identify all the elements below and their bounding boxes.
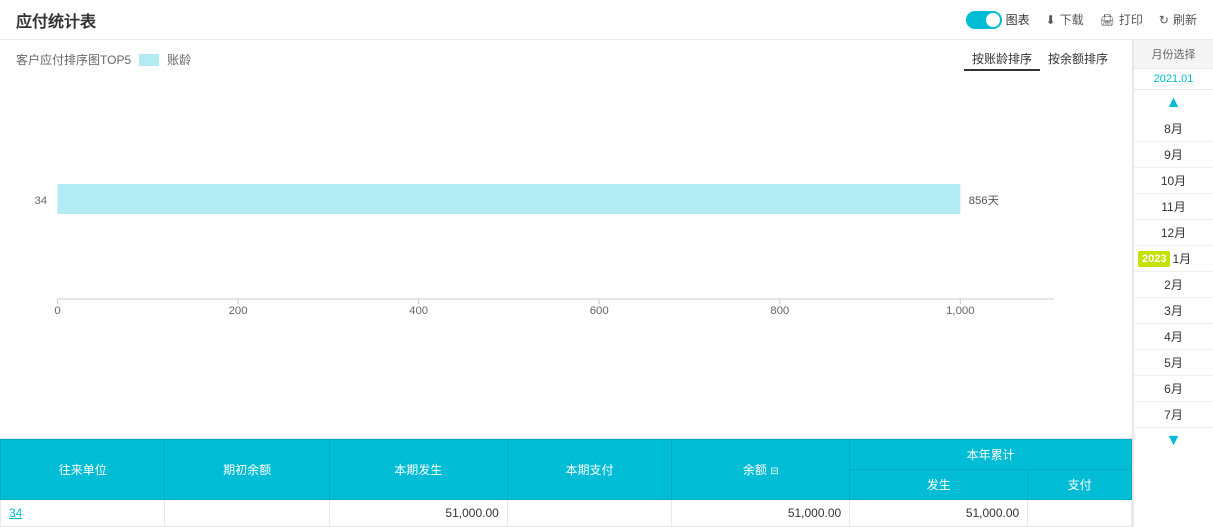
sidebar-header: 月份选择 — [1134, 40, 1213, 69]
page-title: 应付统计表 — [16, 8, 96, 32]
balance-icon: ⊟ — [770, 466, 778, 477]
sidebar-month-2[interactable]: 2月 — [1134, 272, 1213, 298]
legend-label: 账龄 — [167, 51, 191, 68]
sort-tab-balance[interactable]: 按余额排序 — [1040, 48, 1116, 71]
chart-header: 客户应付排序图TOP5 账龄 按账龄排序 按余额排序 — [0, 40, 1132, 79]
table-row: 34 51,000.00 51,000.00 51,000.00 — [1, 500, 1132, 527]
app-container: 应付统计表 图表 ⬇ 下载 🖨 打印 ↻ 刷新 — [0, 0, 1213, 527]
opening-balance-cell — [165, 500, 329, 527]
refresh-icon: ↻ — [1159, 13, 1169, 27]
chart-canvas: 34 856天 0 200 400 600 800 — [0, 79, 1132, 438]
refresh-button[interactable]: ↻ 刷新 — [1159, 11, 1197, 28]
sidebar: 月份选择 2021.01 ▲ 8月 9月 10月 11月 12月 2023 1月… — [1133, 40, 1213, 527]
sidebar-nav-down[interactable]: ▼ — [1134, 428, 1213, 454]
download-label: 下载 — [1060, 11, 1084, 28]
svg-text:400: 400 — [409, 305, 428, 317]
print-icon: 🖨 — [1100, 13, 1115, 27]
current-pay-cell — [507, 500, 671, 527]
sidebar-month-10[interactable]: 10月 — [1134, 168, 1213, 194]
current-occ-cell: 51,000.00 — [329, 500, 507, 527]
chart-section: 客户应付排序图TOP5 账龄 按账龄排序 按余额排序 34 — [0, 40, 1133, 527]
header: 应付统计表 图表 ⬇ 下载 🖨 打印 ↻ 刷新 — [0, 0, 1213, 40]
sidebar-month-12[interactable]: 12月 — [1134, 220, 1213, 246]
sidebar-month-9[interactable]: 9月 — [1134, 142, 1213, 168]
th-current-pay: 本期支付 — [507, 440, 671, 500]
th-balance: 余额 ⊟ — [672, 440, 850, 500]
sidebar-month-7[interactable]: 7月 — [1134, 402, 1213, 428]
th-opening: 期初余额 — [165, 440, 329, 500]
balance-cell: 51,000.00 — [672, 500, 850, 527]
svg-text:600: 600 — [590, 305, 609, 317]
sidebar-month-5[interactable]: 5月 — [1134, 350, 1213, 376]
th-ytd-occ: 发生 — [850, 470, 1028, 500]
bar-chart: 34 856天 0 200 400 600 800 — [16, 79, 1116, 339]
sidebar-month-4[interactable]: 4月 — [1134, 324, 1213, 350]
table-section: 往来单位 期初余额 本期发生 本期支付 余额 ⊟ 本年累计 发生 — [0, 438, 1132, 527]
sort-tabs: 按账龄排序 按余额排序 — [964, 48, 1116, 71]
svg-text:800: 800 — [770, 305, 789, 317]
chart-title: 客户应付排序图TOP5 — [16, 51, 131, 68]
year-badge-2023: 2023 — [1138, 251, 1170, 267]
th-ytd-pay: 支付 — [1028, 470, 1132, 500]
svg-text:200: 200 — [229, 305, 248, 317]
print-label: 打印 — [1119, 11, 1143, 28]
chart-toggle-label: 图表 — [1006, 11, 1030, 28]
ytd-occ-cell: 51,000.00 — [850, 500, 1028, 527]
download-button[interactable]: ⬇ 下载 — [1046, 11, 1084, 28]
print-button[interactable]: 🖨 打印 — [1100, 11, 1143, 28]
sidebar-nav-up[interactable]: ▲ — [1134, 90, 1213, 116]
sort-tab-age[interactable]: 按账龄排序 — [964, 48, 1040, 71]
chart-legend: 客户应付排序图TOP5 账龄 — [16, 51, 191, 68]
header-actions: 图表 ⬇ 下载 🖨 打印 ↻ 刷新 — [966, 11, 1197, 29]
sidebar-month-8[interactable]: 8月 — [1134, 116, 1213, 142]
th-current-occ: 本期发生 — [329, 440, 507, 500]
data-table: 往来单位 期初余额 本期发生 本期支付 余额 ⊟ 本年累计 发生 — [0, 439, 1132, 527]
svg-text:856天: 856天 — [969, 195, 999, 207]
chart-toggle-wrap: 图表 — [966, 11, 1030, 29]
sidebar-month-6[interactable]: 6月 — [1134, 376, 1213, 402]
main-content: 客户应付排序图TOP5 账龄 按账龄排序 按余额排序 34 — [0, 40, 1213, 527]
th-ytd-group: 本年累计 — [850, 440, 1132, 470]
unit-cell[interactable]: 34 — [1, 500, 165, 527]
bar-34 — [58, 184, 961, 214]
sidebar-year[interactable]: 2021.01 — [1134, 69, 1213, 90]
sidebar-month-11[interactable]: 11月 — [1134, 194, 1213, 220]
refresh-label: 刷新 — [1173, 11, 1197, 28]
svg-text:0: 0 — [54, 305, 60, 317]
sidebar-month-1-label: 1月 — [1172, 250, 1191, 267]
download-icon: ⬇ — [1046, 13, 1056, 27]
th-unit: 往来单位 — [1, 440, 165, 500]
svg-text:1,000: 1,000 — [946, 305, 975, 317]
legend-box — [139, 54, 159, 66]
sidebar-month-1[interactable]: 2023 1月 — [1134, 246, 1213, 272]
sidebar-month-3[interactable]: 3月 — [1134, 298, 1213, 324]
ytd-pay-cell — [1028, 500, 1132, 527]
svg-text:34: 34 — [34, 195, 47, 207]
chart-toggle[interactable] — [966, 11, 1002, 29]
